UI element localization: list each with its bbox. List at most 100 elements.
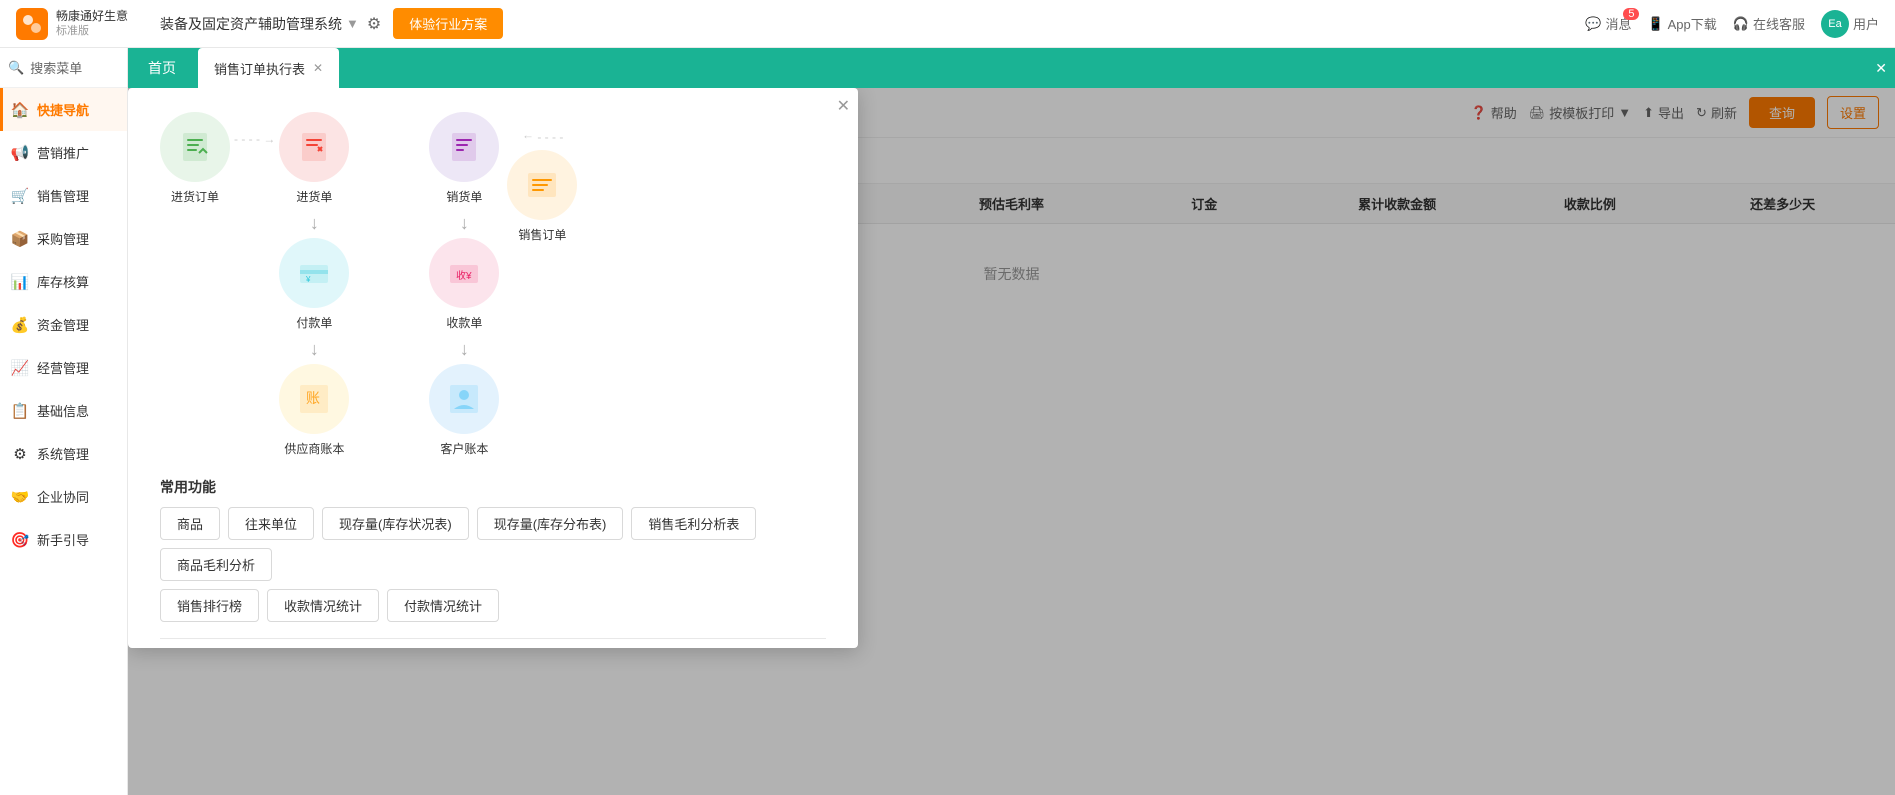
func-btn-receipt-stats[interactable]: 收款情况统计 — [267, 589, 379, 622]
headset-icon: 🎧 — [1733, 16, 1749, 32]
func-btns-row2: 销售排行榜 收款情况统计 付款情况统计 — [160, 589, 826, 622]
system-title: 装备及固定资产辅助管理系统 — [160, 14, 342, 34]
online-service-btn[interactable]: 🎧 在线客服 — [1733, 14, 1805, 33]
func-btn-sales-rank[interactable]: 销售排行榜 — [160, 589, 259, 622]
func-btn-stock-dist[interactable]: 现存量(库存分布表) — [477, 507, 624, 540]
purchase-order-circle — [160, 112, 230, 182]
payment-circle: ¥ — [279, 238, 349, 308]
flow-customer-account[interactable]: 客户账本 — [429, 364, 499, 457]
flow-supplier-account[interactable]: 账 供应商账本 — [279, 364, 349, 457]
phone-icon: 📱 — [1647, 16, 1663, 32]
arrow-order-to-sales: - - - - → — [518, 132, 567, 146]
supplier-circle: 账 — [279, 364, 349, 434]
sidebar-item-label: 系统管理 — [37, 444, 89, 463]
flow-sales-bill[interactable]: 销货单 — [429, 112, 499, 205]
tab-close-icon[interactable]: ✕ — [313, 61, 323, 75]
sidebar-item-basic-info[interactable]: 📋 基础信息 — [0, 389, 127, 432]
search-menu-btn[interactable]: 🔍 搜索菜单 — [0, 48, 127, 88]
user-btn[interactable]: Ea 用户 — [1821, 10, 1879, 38]
search-menu-label: 搜索菜单 — [30, 58, 82, 77]
svg-text:账: 账 — [306, 390, 320, 406]
common-func: 常用功能 商品 往来单位 现存量(库存状况表) 现存量(库存分布表) 销售毛利分… — [160, 477, 826, 622]
flow-purchase-order[interactable]: 进货订单 — [160, 112, 230, 205]
logo-text: 畅康通好生意 标准版 — [56, 9, 128, 39]
logo-icon — [16, 8, 48, 40]
experience-btn[interactable]: 体验行业方案 — [393, 8, 503, 39]
purchase-order-label: 进货订单 — [171, 188, 219, 205]
func-btn-product[interactable]: 商品 — [160, 507, 220, 540]
sidebar-item-label: 基础信息 — [37, 401, 89, 420]
scroll-left-btn[interactable]: ◀ — [176, 645, 186, 648]
basic-info-icon: 📋 — [11, 402, 29, 420]
sidebar-item-label: 新手引导 — [37, 530, 89, 549]
tab-home[interactable]: 首页 — [128, 48, 196, 88]
sidebar-item-enterprise[interactable]: 🤝 企业协同 — [0, 475, 127, 518]
tab-bar-close-icon[interactable]: ✕ — [1875, 60, 1887, 77]
svg-text:收¥: 收¥ — [456, 269, 472, 282]
purchase-icon: 📦 — [11, 230, 29, 248]
arrow-payment-to-supplier: ↓ — [310, 339, 319, 360]
sidebar-item-system[interactable]: ⚙ 系统管理 — [0, 432, 127, 475]
guide-icon: 🎯 — [11, 531, 29, 549]
sales-icon: 🛒 — [11, 187, 29, 205]
message-badge: 5 — [1623, 8, 1639, 20]
customer-circle — [429, 364, 499, 434]
top-right: 💬 消息 5 📱 App下载 🎧 在线客服 Ea 用户 — [1585, 10, 1879, 38]
dropdown-arrow-icon[interactable]: ▼ — [346, 16, 359, 31]
app-download-label: App下载 — [1668, 14, 1717, 33]
func-btn-partner[interactable]: 往来单位 — [228, 507, 314, 540]
logo-line1: 畅康通好生意 — [56, 9, 128, 25]
quick-nav-icon: 🏠 — [11, 101, 29, 119]
tab-sales-order[interactable]: 销售订单执行表 ✕ — [198, 48, 339, 88]
sidebar-item-quick-nav[interactable]: 🏠 快捷导航 — [0, 88, 127, 131]
flow-purchase-bill[interactable]: 进货单 — [279, 112, 349, 205]
sales-order-item-label: 销售订单 — [518, 226, 566, 243]
app-download-btn[interactable]: 📱 App下载 — [1647, 14, 1716, 33]
arrow-purchase-to-bill: - - - - → — [230, 132, 279, 146]
sales-bill-label: 销货单 — [446, 188, 482, 205]
message-btn[interactable]: 💬 消息 5 — [1585, 14, 1631, 33]
sidebar-item-label: 营销推广 — [37, 143, 89, 162]
modal: ✕ — [128, 88, 858, 648]
settings-icon[interactable]: ⚙ — [367, 14, 381, 34]
sidebar-item-sales[interactable]: 🛒 销售管理 — [0, 174, 127, 217]
message-icon: 💬 — [1585, 16, 1601, 32]
arrow-receipt-to-customer: ↓ — [460, 339, 469, 360]
flow-sales-order-item[interactable]: 销售订单 — [507, 150, 577, 243]
func-btn-sales-profit[interactable]: 销售毛利分析表 — [631, 507, 756, 540]
sidebar-item-purchase[interactable]: 📦 采购管理 — [0, 217, 127, 260]
receipt-label: 收款单 — [446, 314, 482, 331]
sales-order-circle — [507, 150, 577, 220]
sidebar-item-operations[interactable]: 📈 经营管理 — [0, 346, 127, 389]
operations-icon: 📈 — [11, 359, 29, 377]
sidebar-item-label: 经营管理 — [37, 358, 89, 377]
sidebar-item-marketing[interactable]: 📢 营销推广 — [0, 131, 127, 174]
sidebar-item-label: 快捷导航 — [37, 100, 89, 119]
flow-payment[interactable]: ¥ 付款单 — [279, 238, 349, 331]
sidebar-item-guide[interactable]: 🎯 新手引导 — [0, 518, 127, 561]
app-container: 畅康通好生意 标准版 装备及固定资产辅助管理系统 ▼ ⚙ 体验行业方案 💬 消息… — [0, 0, 1895, 795]
col-purchase-bill: 进货单 ↓ ¥ — [279, 112, 349, 461]
sidebar-item-finance[interactable]: 💰 资金管理 — [0, 303, 127, 346]
flow-diagram: 进货订单 - - - - → — [160, 112, 826, 461]
func-btn-stock-status[interactable]: 现存量(库存状况表) — [322, 507, 469, 540]
modal-overlay: ✕ — [128, 88, 1895, 795]
scroll-right-btn[interactable]: ▶ — [800, 645, 810, 648]
sidebar: 🔍 搜索菜单 🏠 快捷导航 📢 营销推广 🛒 销售管理 📦 采购管理 📊 — [0, 48, 128, 795]
marketing-icon: 📢 — [11, 144, 29, 162]
sidebar-item-inventory[interactable]: 📊 库存核算 — [0, 260, 127, 303]
col-sales-bill: 销货单 ↓ 收¥ — [429, 112, 499, 461]
supplier-account-label: 供应商账本 — [284, 440, 344, 457]
sidebar-item-label: 企业协同 — [37, 487, 89, 506]
func-btn-product-profit[interactable]: 商品毛利分析 — [160, 548, 272, 581]
tab-bar: 首页 销售订单执行表 ✕ ✕ — [128, 48, 1895, 88]
flow-receipt[interactable]: 收¥ 收款单 — [429, 238, 499, 331]
modal-close-btn[interactable]: ✕ — [837, 96, 850, 116]
customer-account-label: 客户账本 — [440, 440, 488, 457]
func-btn-payment-stats[interactable]: 付款情况统计 — [387, 589, 499, 622]
user-label: 用户 — [1853, 14, 1879, 33]
finance-icon: 💰 — [11, 316, 29, 334]
sidebar-item-label: 采购管理 — [37, 229, 89, 248]
func-btns-row1: 商品 往来单位 现存量(库存状况表) 现存量(库存分布表) 销售毛利分析表 商品… — [160, 507, 826, 581]
sidebar-item-label: 销售管理 — [37, 186, 89, 205]
